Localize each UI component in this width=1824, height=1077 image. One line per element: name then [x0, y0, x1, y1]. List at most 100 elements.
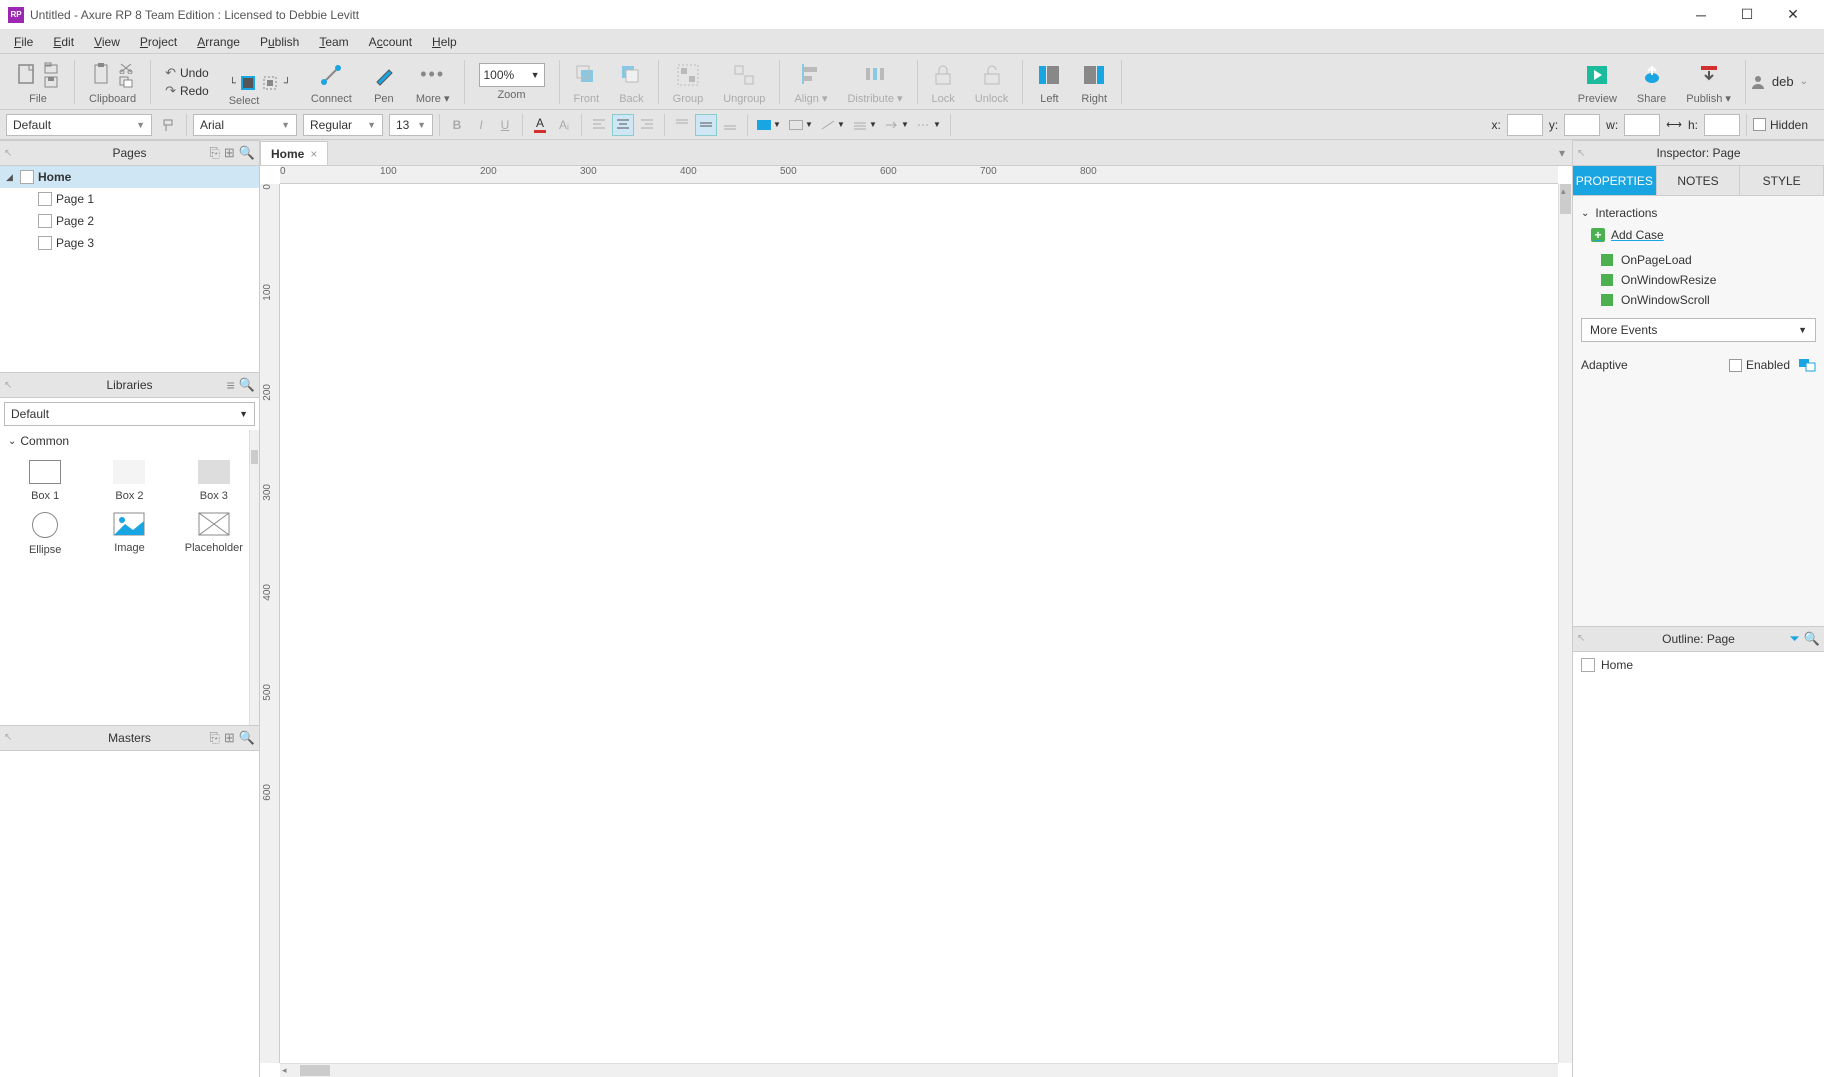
size-w-input[interactable]	[1624, 114, 1660, 136]
style-combo[interactable]: Default▼	[6, 114, 152, 136]
search-icon[interactable]: 🔍	[239, 730, 255, 746]
toolbar-pen[interactable]: Pen	[362, 57, 406, 107]
toolbar-publish[interactable]: Publish ▾	[1676, 57, 1741, 107]
widget-ellipse[interactable]: Ellipse	[8, 512, 82, 556]
filter-icon[interactable]: ⏷	[1789, 631, 1799, 647]
add-folder-icon[interactable]: ⎘	[210, 145, 220, 161]
italic-button[interactable]: I	[470, 114, 492, 136]
toolbar-more[interactable]: ••• More ▾	[406, 57, 460, 107]
canvas[interactable]	[280, 184, 1558, 1063]
search-icon[interactable]: 🔍	[239, 145, 255, 161]
widget-box1[interactable]: Box 1	[8, 460, 82, 502]
interactions-section[interactable]: ⌄Interactions	[1581, 202, 1816, 224]
valign-middle-button[interactable]	[695, 114, 717, 136]
page-home[interactable]: ◢ Home	[0, 166, 259, 188]
toolbar-group[interactable]: Group	[663, 57, 714, 107]
tab-notes[interactable]: NOTES	[1657, 166, 1741, 195]
close-tab-icon[interactable]: ×	[310, 147, 317, 161]
widget-box3[interactable]: Box 3	[177, 460, 251, 502]
menu-publish[interactable]: Publish	[250, 32, 309, 52]
toolbar-zoom[interactable]: 100%▼ Zoom	[469, 57, 555, 107]
toolbar-left[interactable]: Left	[1027, 57, 1071, 107]
font-combo[interactable]: Arial▼	[193, 114, 297, 136]
undock-icon[interactable]: ↖	[1577, 148, 1585, 159]
close-button[interactable]: ✕	[1770, 0, 1816, 30]
page-3[interactable]: Page 3	[0, 232, 259, 254]
minimize-button[interactable]: ─	[1678, 0, 1724, 30]
adaptive-views-icon[interactable]	[1798, 358, 1816, 372]
page-2[interactable]: Page 2	[0, 210, 259, 232]
outline-home[interactable]: Home	[1577, 656, 1820, 674]
undo-button[interactable]: ↶Undo	[165, 65, 209, 81]
tab-style[interactable]: STYLE	[1740, 166, 1824, 195]
maximize-button[interactable]: ☐	[1724, 0, 1770, 30]
add-folder-icon[interactable]: ⎘	[210, 730, 220, 746]
toolbar-right[interactable]: Right	[1071, 57, 1117, 107]
menu-project[interactable]: Project	[130, 32, 187, 52]
library-scrollbar[interactable]	[249, 430, 259, 725]
page-1[interactable]: Page 1	[0, 188, 259, 210]
menu-account[interactable]: Account	[359, 32, 422, 52]
toolbar-distribute[interactable]: Distribute ▾	[837, 57, 912, 107]
align-right-button[interactable]	[636, 114, 658, 136]
size-combo[interactable]: 13▼	[389, 114, 433, 136]
horizontal-scrollbar[interactable]: ◂	[280, 1063, 1558, 1077]
lock-aspect-icon[interactable]: ⟷	[1666, 118, 1682, 131]
toolbar-share[interactable]: Share	[1627, 57, 1676, 107]
library-section-common[interactable]: ⌄Common	[0, 430, 259, 452]
search-icon[interactable]: 🔍	[1804, 631, 1820, 647]
line-width-button[interactable]: ▼	[850, 114, 880, 136]
toolbar-connect[interactable]: Connect	[301, 57, 362, 107]
pos-x-input[interactable]	[1507, 114, 1543, 136]
menu-arrange[interactable]: Arrange	[187, 32, 250, 52]
add-page-icon[interactable]: ⊞	[224, 145, 235, 161]
menu-file[interactable]: File	[4, 32, 43, 52]
event-onpageload[interactable]: OnPageLoad	[1581, 250, 1816, 270]
widget-box2[interactable]: Box 2	[92, 460, 166, 502]
toolbar-unlock[interactable]: Unlock	[965, 57, 1019, 107]
fill-color-button[interactable]: ▼	[754, 114, 784, 136]
valign-bottom-button[interactable]	[719, 114, 741, 136]
menu-team[interactable]: Team	[309, 32, 358, 52]
toolbar-lock[interactable]: Lock	[922, 57, 965, 107]
widget-placeholder[interactable]: Placeholder	[177, 512, 251, 556]
undock-icon[interactable]: ↖	[4, 380, 12, 391]
size-h-input[interactable]	[1704, 114, 1740, 136]
library-combo[interactable]: Default▼	[4, 402, 255, 426]
line-style-button[interactable]: ▼	[786, 114, 816, 136]
vertical-scrollbar[interactable]: ▴	[1558, 184, 1572, 1063]
line-pattern-button[interactable]: ▼	[914, 114, 944, 136]
library-menu-icon[interactable]: ≡	[227, 377, 235, 393]
redo-button[interactable]: ↷Redo	[165, 83, 209, 99]
tab-home[interactable]: Home×	[260, 141, 328, 165]
toolbar-file-group[interactable]: File	[6, 57, 70, 107]
tab-properties[interactable]: PROPERTIES	[1573, 166, 1657, 195]
undock-icon[interactable]: ↖	[4, 148, 12, 159]
bold-button[interactable]: B	[446, 114, 468, 136]
zoom-combo[interactable]: 100%▼	[479, 63, 545, 87]
undock-icon[interactable]: ↖	[1577, 633, 1585, 644]
hidden-checkbox[interactable]: Hidden	[1753, 118, 1818, 132]
search-icon[interactable]: 🔍	[239, 377, 255, 393]
arrow-button[interactable]: ▼	[882, 114, 912, 136]
line-color-button[interactable]: ▼	[818, 114, 848, 136]
weight-combo[interactable]: Regular▼	[303, 114, 383, 136]
add-case-link[interactable]: +Add Case	[1581, 224, 1816, 250]
menu-edit[interactable]: Edit	[43, 32, 84, 52]
menu-help[interactable]: Help	[422, 32, 467, 52]
tab-dropdown[interactable]: ▾	[1552, 141, 1572, 165]
paint-format-icon[interactable]	[158, 114, 180, 136]
user-menu[interactable]: deb ⌄	[1750, 74, 1818, 90]
toolbar-select-group[interactable]: └ ┘ Select	[219, 57, 301, 107]
toolbar-ungroup[interactable]: Ungroup	[713, 57, 775, 107]
text-color-button[interactable]: A	[529, 114, 551, 136]
toolbar-back[interactable]: Back	[609, 57, 653, 107]
toolbar-preview[interactable]: Preview	[1568, 57, 1627, 107]
widget-image[interactable]: Image	[92, 512, 166, 556]
event-onwindowscroll[interactable]: OnWindowScroll	[1581, 290, 1816, 310]
valign-top-button[interactable]	[671, 114, 693, 136]
align-center-button[interactable]	[612, 114, 634, 136]
more-events-combo[interactable]: More Events▼	[1581, 318, 1816, 342]
adaptive-enabled-checkbox[interactable]: Enabled	[1729, 358, 1790, 372]
pos-y-input[interactable]	[1564, 114, 1600, 136]
